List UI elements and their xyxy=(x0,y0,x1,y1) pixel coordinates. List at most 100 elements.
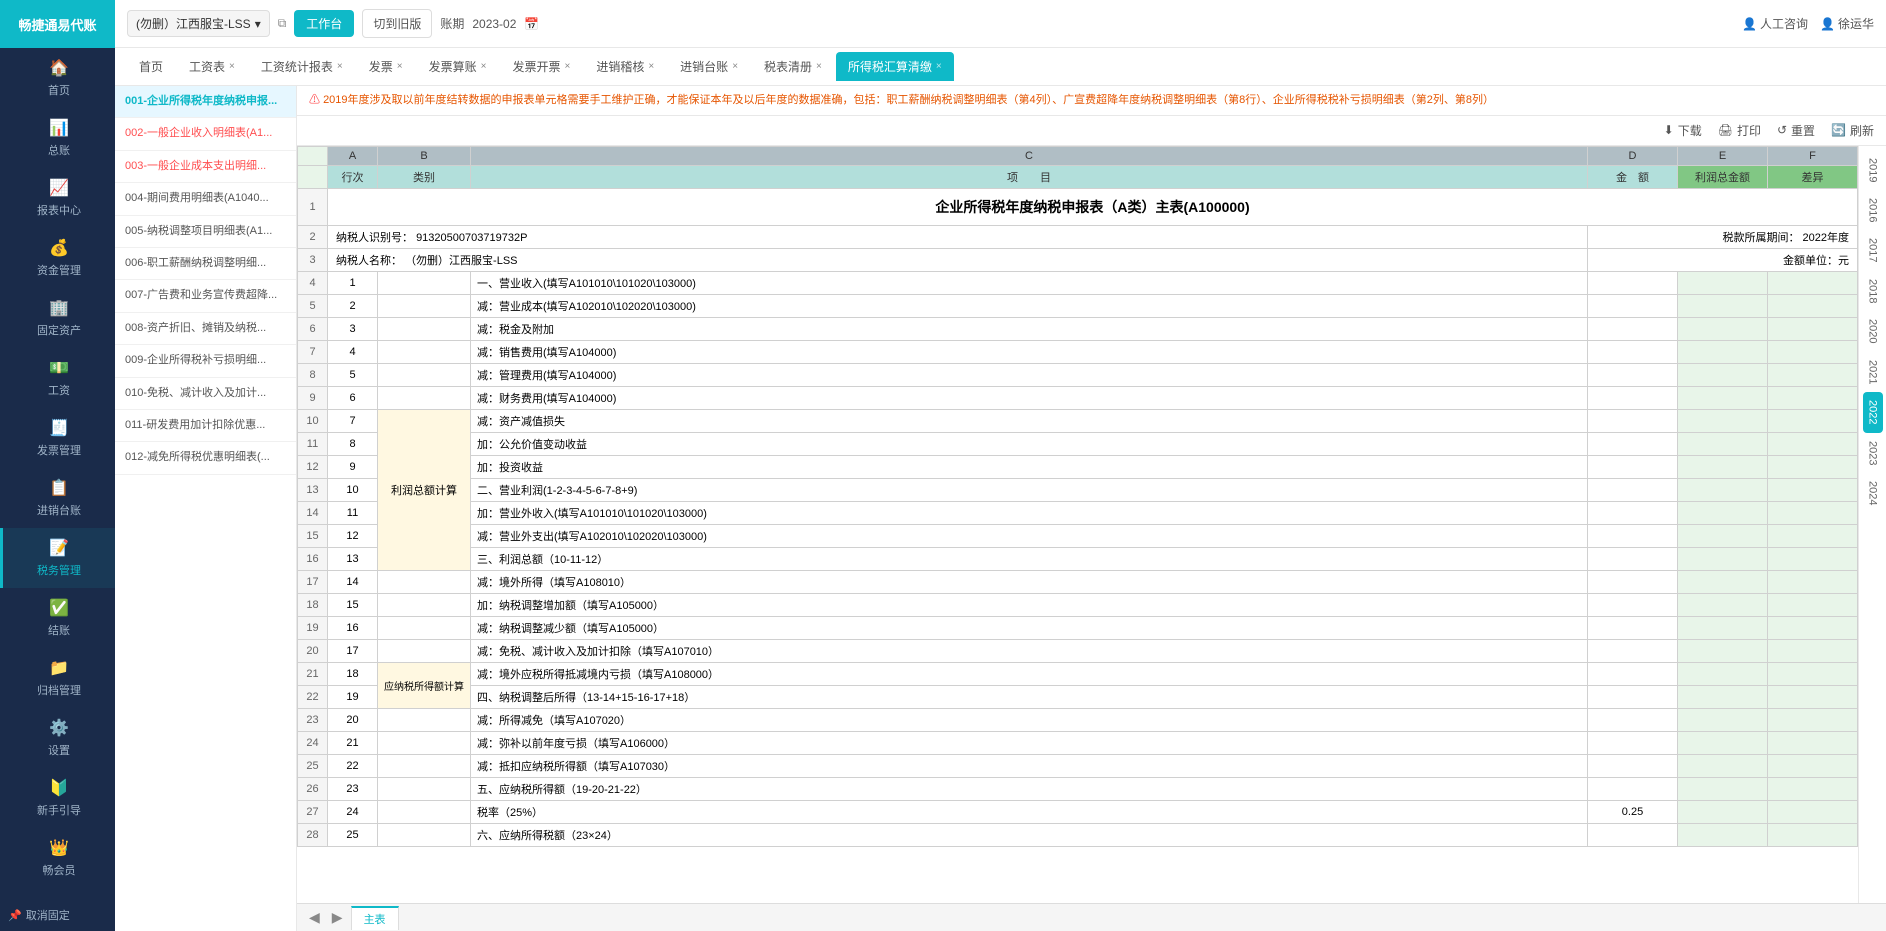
sidebar-item-funds[interactable]: 💰 资金管理 xyxy=(0,228,115,288)
year-nav-2016[interactable]: 2016 xyxy=(1863,190,1883,230)
tab-close-sales-verify[interactable]: × xyxy=(648,61,654,72)
tab-tax-clear[interactable]: 税表清册 × xyxy=(752,52,834,81)
pin-label: 取消固定 xyxy=(26,907,70,923)
tab-home[interactable]: 首页 xyxy=(127,52,175,81)
tab-invoice-calc[interactable]: 发票算账 × xyxy=(417,52,499,81)
print-button[interactable]: 🖨 打印 xyxy=(1718,122,1761,139)
col-header-D: D xyxy=(1588,146,1678,165)
year-nav-2018[interactable]: 2018 xyxy=(1863,271,1883,311)
sheet-nav-prev[interactable]: ◀ xyxy=(305,909,324,926)
sidebar-item-label: 设置 xyxy=(48,742,70,758)
pin-icon: 📌 xyxy=(8,909,22,922)
year-nav-2020[interactable]: 2020 xyxy=(1863,311,1883,351)
tab-sales-verify[interactable]: 进销稽核 × xyxy=(584,52,666,81)
sub-menu-item-005[interactable]: 005-纳税调整项目明细表(A1... xyxy=(115,216,296,248)
table-row: 21 18 应纳税所得额计算 减：境外应税所得抵减境内亏损（填写A108000） xyxy=(298,662,1858,685)
app-logo: 畅捷通易代账 xyxy=(0,0,115,48)
sidebar-item-reports[interactable]: 📈 报表中心 xyxy=(0,168,115,228)
year-nav-2024[interactable]: 2024 xyxy=(1863,473,1883,513)
sub-menu-item-007[interactable]: 007-广告费和业务宣传费超降... xyxy=(115,280,296,312)
ai-consult-button[interactable]: 👤 人工咨询 xyxy=(1742,15,1808,32)
sub-menu-item-012[interactable]: 012-减免所得税优惠明细表(... xyxy=(115,442,296,474)
sidebar-item-sales[interactable]: 📋 进销台账 xyxy=(0,468,115,528)
sub-menu-item-004[interactable]: 004-期间费用明细表(A1040... xyxy=(115,183,296,215)
sidebar-item-assets[interactable]: 🏢 固定资产 xyxy=(0,288,115,348)
sub-menu-item-009[interactable]: 009-企业所得税补亏损明细... xyxy=(115,345,296,377)
currency-cell: 金额单位：元 xyxy=(1588,248,1858,271)
sidebar-item-label: 总账 xyxy=(48,142,70,158)
col-header-rownum xyxy=(298,146,328,165)
refresh-icon: 🔄 xyxy=(1831,123,1846,137)
header-diff: 差异 xyxy=(1768,165,1858,188)
sidebar-item-home[interactable]: 🏠 首页 xyxy=(0,48,115,108)
sub-menu-item-010[interactable]: 010-免税、减计收入及加计... xyxy=(115,378,296,410)
year-nav-2021[interactable]: 2021 xyxy=(1863,352,1883,392)
pin-toggle[interactable]: 📌 取消固定 xyxy=(0,899,115,931)
sidebar-item-guide[interactable]: 🔰 新手引导 xyxy=(0,768,115,828)
settings-icon: ⚙️ xyxy=(49,718,69,738)
sidebar-item-ledger[interactable]: 📊 总账 xyxy=(0,108,115,168)
reset-icon: ↺ xyxy=(1777,123,1787,137)
taxpayer-id-cell: 纳税人识别号： 91320500703719732P xyxy=(328,225,1588,248)
sub-menu-item-002[interactable]: 002-一般企业收入明细表(A1... xyxy=(115,118,296,150)
sidebar-item-label: 首页 xyxy=(48,82,70,98)
reset-button[interactable]: ↺ 重置 xyxy=(1777,122,1815,139)
refresh-button[interactable]: 🔄 刷新 xyxy=(1831,122,1874,139)
switch-version-button[interactable]: 切到旧版 xyxy=(362,9,432,38)
sidebar-item-label: 结账 xyxy=(48,622,70,638)
tab-close-salary[interactable]: × xyxy=(229,61,235,72)
tab-sales-ledger[interactable]: 进销台账 × xyxy=(668,52,750,81)
sub-menu-item-006[interactable]: 006-职工薪酬纳税调整明细... xyxy=(115,248,296,280)
tab-close-invoice[interactable]: × xyxy=(397,61,403,72)
sub-menu-item-011[interactable]: 011-研发费用加计扣除优惠... xyxy=(115,410,296,442)
sub-menu-item-008[interactable]: 008-资产折旧、摊销及纳税... xyxy=(115,313,296,345)
info-row-taxpayer-id: 2 纳税人识别号： 91320500703719732P 税款所属期间： 202… xyxy=(298,225,1858,248)
sidebar-item-settings[interactable]: ⚙️ 设置 xyxy=(0,708,115,768)
sidebar-item-salary[interactable]: 💵 工资 xyxy=(0,348,115,408)
tab-salary[interactable]: 工资表 × xyxy=(177,52,247,81)
calendar-icon[interactable]: 📅 xyxy=(524,17,539,31)
header-category: 类别 xyxy=(378,165,471,188)
spreadsheet-wrapper[interactable]: A B C D E F 行次 类别 xyxy=(297,146,1858,904)
sidebar-item-settle[interactable]: ✅ 结账 xyxy=(0,588,115,648)
sheet-nav-next[interactable]: ▶ xyxy=(328,909,347,926)
sidebar-item-tax[interactable]: 📝 税务管理 xyxy=(0,528,115,588)
toolbar: ⬇ 下载 🖨 打印 ↺ 重置 🔄 刷新 xyxy=(297,116,1886,146)
sub-menu: 001-企业所得税年度纳税申报... 002-一般企业收入明细表(A1... 0… xyxy=(115,86,297,931)
col-header-A: A xyxy=(328,146,378,165)
user-avatar[interactable]: 👤 徐运华 xyxy=(1820,15,1874,32)
copy-icon[interactable]: ⧉ xyxy=(278,16,287,31)
year-nav-2022[interactable]: 2022 xyxy=(1863,392,1883,432)
year-nav-2019[interactable]: 2019 xyxy=(1863,150,1883,190)
download-button[interactable]: ⬇ 下载 xyxy=(1664,122,1702,139)
archive-icon: 📁 xyxy=(49,658,69,678)
tab-close-salary-stats[interactable]: × xyxy=(337,61,343,72)
tab-invoice[interactable]: 发票 × xyxy=(357,52,415,81)
tab-close-invoice-calc[interactable]: × xyxy=(481,61,487,72)
tab-income-tax[interactable]: 所得税汇算清缴 × xyxy=(836,52,954,81)
col-header-C: C xyxy=(471,146,1588,165)
tab-close-sales-ledger[interactable]: × xyxy=(732,61,738,72)
spreadsheet-container: A B C D E F 行次 类别 xyxy=(297,146,1886,904)
header-rownum xyxy=(298,165,328,188)
tab-close-tax-clear[interactable]: × xyxy=(816,61,822,72)
sub-menu-item-001[interactable]: 001-企业所得税年度纳税申报... xyxy=(115,86,296,118)
year-nav-2023[interactable]: 2023 xyxy=(1863,433,1883,473)
tax-icon: 📝 xyxy=(49,538,69,558)
workbench-button[interactable]: 工作台 xyxy=(294,10,354,37)
sidebar-item-archive[interactable]: 📁 归档管理 xyxy=(0,648,115,708)
table-row: 25 22 减：抵扣应纳税所得额（填写A107030） xyxy=(298,754,1858,777)
sub-menu-item-003[interactable]: 003-一般企业成本支出明细... xyxy=(115,151,296,183)
table-row: 15 12 减：营业外支出(填写A102010\102020\103000) xyxy=(298,524,1858,547)
sheet-tab-main[interactable]: 主表 xyxy=(351,906,399,930)
tab-invoice-open[interactable]: 发票开票 × xyxy=(500,52,582,81)
tab-salary-stats[interactable]: 工资统计报表 × xyxy=(249,52,355,81)
sidebar-item-member[interactable]: 👑 畅会员 xyxy=(0,828,115,888)
sidebar-item-invoice[interactable]: 🧾 发票管理 xyxy=(0,408,115,468)
tab-close-invoice-open[interactable]: × xyxy=(564,61,570,72)
table-row: 11 8 加：公允价值变动收益 xyxy=(298,432,1858,455)
warning-bar: ⚠ 2019年度涉及取以前年度结转数据的申报表单元格需要手工维护正确，才能保证本… xyxy=(297,86,1886,116)
company-selector[interactable]: (勿删）江西服宝-LSS ▾ xyxy=(127,10,270,37)
year-nav-2017[interactable]: 2017 xyxy=(1863,230,1883,270)
tab-close-income-tax[interactable]: × xyxy=(936,61,942,72)
